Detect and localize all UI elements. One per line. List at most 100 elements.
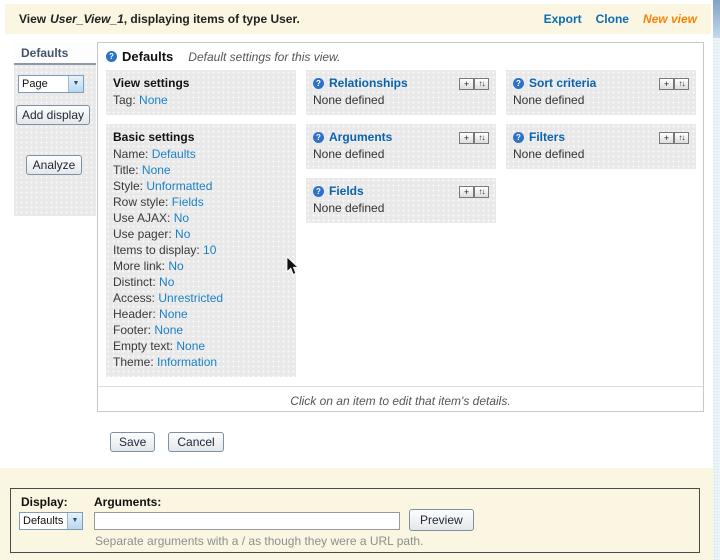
page-title-suffix: , displaying items of type User. <box>123 12 300 26</box>
setting-label: Use AJAX: <box>113 211 171 225</box>
preview-button[interactable]: Preview <box>409 509 474 531</box>
setting-label: Distinct: <box>113 275 156 289</box>
chevron-down-icon: ▼ <box>67 513 82 529</box>
setting-label: Theme: <box>113 355 154 369</box>
setting-label: Use pager: <box>113 227 172 241</box>
setting-label: Items to display: <box>113 243 200 257</box>
help-icon[interactable]: ? <box>313 78 324 89</box>
relationships-title-link[interactable]: Relationships <box>329 75 408 92</box>
setting-row: Name: Defaults <box>113 146 289 162</box>
setting-label: Access: <box>113 291 156 305</box>
add-display-button[interactable]: Add display <box>16 105 90 125</box>
panel-footer-note: Click on an item to edit that item's det… <box>98 386 703 416</box>
setting-value-link[interactable]: 10 <box>203 243 216 257</box>
setting-value-link[interactable]: Defaults <box>152 147 196 161</box>
help-icon[interactable]: ? <box>106 51 117 62</box>
clone-link[interactable]: Clone <box>596 12 629 26</box>
basic-settings-box: Basic settings Name: Defaults Title: Non… <box>106 124 296 377</box>
arguments-label: Arguments: <box>94 495 162 509</box>
relationships-empty-text: None defined <box>313 93 385 107</box>
setting-value-link[interactable]: No <box>168 259 183 273</box>
setting-label: Name: <box>113 147 149 161</box>
sidebar-body: Page ▼ Add display Analyze <box>14 65 96 216</box>
help-icon[interactable]: ? <box>313 186 324 197</box>
panel-description: Default settings for this view. <box>188 49 341 64</box>
help-icon[interactable]: ? <box>313 132 324 143</box>
filters-title-link[interactable]: Filters <box>529 129 565 146</box>
rearrange-relationships-button[interactable]: ↑↓ <box>474 77 489 90</box>
rearrange-sorts-button[interactable]: ↑↓ <box>674 77 689 90</box>
fields-title-link[interactable]: Fields <box>329 183 364 200</box>
rearrange-filters-button[interactable]: ↑↓ <box>674 131 689 144</box>
arguments-box: ? Arguments + ↑↓ None defined <box>306 124 496 169</box>
setting-value-link[interactable]: None <box>154 323 183 337</box>
setting-row: Header: None <box>113 306 289 322</box>
panel-header: ? Defaults Default settings for this vie… <box>98 43 703 69</box>
cancel-button[interactable]: Cancel <box>168 432 224 452</box>
setting-value-link[interactable]: No <box>174 211 189 225</box>
setting-row: Use pager: No <box>113 226 289 242</box>
save-button[interactable]: Save <box>110 432 156 452</box>
add-sort-button[interactable]: + <box>659 77 674 90</box>
setting-value-link[interactable]: None <box>159 307 188 321</box>
setting-row: Access: Unrestricted <box>113 290 289 306</box>
preview-display-select[interactable]: Defaults ▼ <box>19 512 83 530</box>
preview-display-select-value: Defaults <box>23 515 64 527</box>
setting-value-link[interactable]: No <box>159 275 174 289</box>
add-relationship-button[interactable]: + <box>459 77 474 90</box>
setting-value-link[interactable]: No <box>175 227 190 241</box>
column-2: ? Relationships + ↑↓ None defined ? Argu… <box>306 70 496 232</box>
column-1: View settings Tag: None Basic settings N… <box>106 70 296 386</box>
setting-label: Style: <box>113 179 144 193</box>
setting-row: Title: None <box>113 162 289 178</box>
arguments-help-text: Separate arguments with a / as though th… <box>95 534 424 548</box>
analyze-button[interactable]: Analyze <box>26 155 82 175</box>
setting-value-link[interactable]: Information <box>157 355 217 369</box>
page-title: View User_View_1, displaying items of typ… <box>19 12 300 26</box>
setting-value-link[interactable]: Unrestricted <box>158 291 223 305</box>
setting-label: Footer: <box>113 323 152 337</box>
chevron-down-icon: ▼ <box>68 76 83 92</box>
sort-criteria-title-link[interactable]: Sort criteria <box>529 75 596 92</box>
setting-row: Style: Unformatted <box>113 178 289 194</box>
add-argument-button[interactable]: + <box>459 131 474 144</box>
setting-row: Use AJAX: No <box>113 210 289 226</box>
setting-row: Items to display: 10 <box>113 242 289 258</box>
setting-row: Theme: Information <box>113 354 289 370</box>
setting-value-link[interactable]: None <box>139 93 168 107</box>
relationships-box: ? Relationships + ↑↓ None defined <box>306 70 496 115</box>
help-icon[interactable]: ? <box>513 132 524 143</box>
rearrange-fields-button[interactable]: ↑↓ <box>474 185 489 198</box>
tab-defaults[interactable]: Defaults <box>14 42 96 65</box>
new-view-link[interactable]: New view <box>643 12 697 26</box>
filters-box: ? Filters + ↑↓ None defined <box>506 124 696 169</box>
setting-value-link[interactable]: None <box>176 339 205 353</box>
add-field-button[interactable]: + <box>459 185 474 198</box>
display-sidebar: Defaults Page ▼ Add display Analyze <box>14 42 96 216</box>
setting-row: Distinct: No <box>113 274 289 290</box>
filters-empty-text: None defined <box>513 147 585 161</box>
help-icon[interactable]: ? <box>513 78 524 89</box>
page-edge-texture <box>713 0 720 560</box>
sort-criteria-box: ? Sort criteria + ↑↓ None defined <box>506 70 696 115</box>
display-type-select[interactable]: Page ▼ <box>18 75 84 93</box>
export-link[interactable]: Export <box>544 12 582 26</box>
setting-row: Tag: None <box>113 92 289 108</box>
setting-row: Empty text: None <box>113 338 289 354</box>
display-settings-panel: ? Defaults Default settings for this vie… <box>97 42 704 412</box>
rearrange-arguments-button[interactable]: ↑↓ <box>474 131 489 144</box>
view-settings-box: View settings Tag: None <box>106 70 296 115</box>
arguments-title-link[interactable]: Arguments <box>329 129 392 146</box>
setting-value-link[interactable]: Unformatted <box>146 179 212 193</box>
add-filter-button[interactable]: + <box>659 131 674 144</box>
arguments-input[interactable] <box>94 512 400 530</box>
fields-box: ? Fields + ↑↓ None defined <box>306 178 496 223</box>
sort-criteria-empty-text: None defined <box>513 93 585 107</box>
preview-panel: Display: Defaults ▼ Arguments: Preview S… <box>10 488 700 553</box>
display-label: Display: <box>21 495 68 509</box>
setting-value-link[interactable]: None <box>142 163 171 177</box>
setting-label: Row style: <box>113 195 169 209</box>
view-settings-title: View settings <box>113 76 190 90</box>
setting-value-link[interactable]: Fields <box>172 195 204 209</box>
setting-label: Tag: <box>113 93 136 107</box>
